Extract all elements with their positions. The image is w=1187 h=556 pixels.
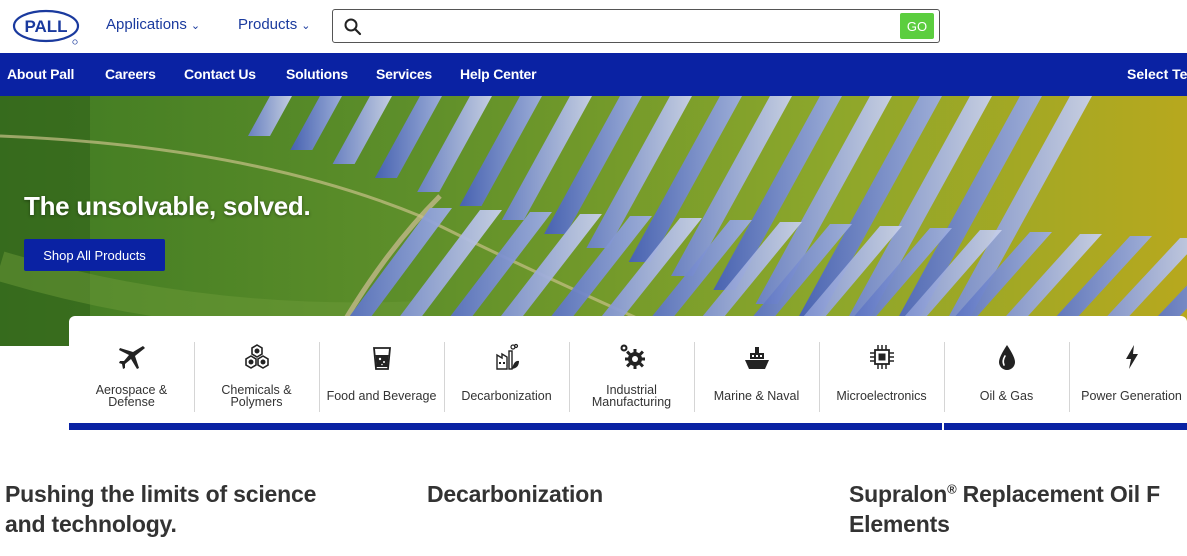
pall-logo[interactable]: PALL xyxy=(12,8,82,46)
industry-strip-underline xyxy=(69,423,1187,430)
industry-label: Food and Beverage xyxy=(326,389,437,403)
chip-icon xyxy=(869,345,894,369)
nav-careers[interactable]: Careers xyxy=(105,66,156,82)
search-box: GO xyxy=(332,9,940,43)
industry-chemicals-polymers[interactable]: Chemicals & Polymers xyxy=(194,342,319,412)
nav-help-center[interactable]: Help Center xyxy=(460,66,537,82)
go-button[interactable]: GO xyxy=(900,13,934,39)
drop-icon xyxy=(998,345,1015,370)
industry-label: Aerospace & Defense xyxy=(95,383,168,409)
secondary-nav-bar: About Pall Careers Contact Us Solutions … xyxy=(0,53,1187,96)
airplane-icon xyxy=(118,346,145,369)
industry-strip: Aerospace & Defense Chemicals & Polymers F… xyxy=(69,316,1187,430)
industry-industrial-manufacturing[interactable]: Industrial Manufacturing xyxy=(569,342,694,412)
industry-aerospace-defense[interactable]: Aerospace & Defense xyxy=(69,342,194,412)
industry-decarbonization[interactable]: Decarbonization xyxy=(444,342,569,412)
chevron-down-icon: ⌄ xyxy=(301,20,311,32)
nav-products-label: Products xyxy=(238,16,298,33)
heading-supralon-elements[interactable]: Supralon® Replacement Oil F Elements xyxy=(849,479,1187,539)
heading-decarbonization[interactable]: Decarbonization xyxy=(427,479,603,509)
industry-label: Power Generation xyxy=(1081,389,1182,403)
nav-services[interactable]: Services xyxy=(376,66,432,82)
industry-marine-naval[interactable]: Marine & Naval xyxy=(694,342,819,412)
nav-applications[interactable]: Applications ⌄ xyxy=(106,16,200,33)
industry-label: Industrial Manufacturing xyxy=(591,383,672,409)
heading-science-technology[interactable]: Pushing the limits of science and technol… xyxy=(5,479,316,539)
hero-title: The unsolvable, solved. xyxy=(24,191,311,221)
factory-leaf-icon xyxy=(495,343,519,370)
glass-icon xyxy=(372,347,391,370)
nav-products[interactable]: Products ⌄ xyxy=(238,16,310,33)
chevron-down-icon: ⌄ xyxy=(190,20,201,32)
shop-all-products-button[interactable]: Shop All Products xyxy=(24,239,165,271)
search-input[interactable] xyxy=(371,14,891,38)
underline-gap xyxy=(942,423,944,430)
top-header: PALL Applications ⌄ Products ⌄ GO xyxy=(0,0,1187,53)
industry-power-generation[interactable]: Power Generation xyxy=(1069,342,1187,412)
gears-icon xyxy=(620,344,645,369)
nav-contact-us[interactable]: Contact Us xyxy=(184,66,256,82)
industry-label: Oil & Gas xyxy=(979,389,1034,403)
industry-oil-gas[interactable]: Oil & Gas xyxy=(944,342,1069,412)
industry-label: Decarbonization xyxy=(461,389,552,403)
industry-label: Chemicals & Polymers xyxy=(221,383,292,409)
logo-text: PALL xyxy=(24,17,67,36)
nav-solutions[interactable]: Solutions xyxy=(286,66,348,82)
nav-applications-label: Applications xyxy=(106,16,187,33)
nav-about-pall[interactable]: About Pall xyxy=(7,66,74,82)
lightning-icon xyxy=(1125,345,1138,369)
ship-icon xyxy=(744,347,769,369)
industry-label: Microelectronics xyxy=(836,389,927,403)
industry-food-beverage[interactable]: Food and Beverage xyxy=(319,342,444,412)
industry-label: Marine & Naval xyxy=(713,389,800,403)
hero-banner: The unsolvable, solved. Shop All Product… xyxy=(0,96,1187,346)
search-icon xyxy=(344,18,362,36)
select-territory-link[interactable]: Select Te xyxy=(1127,66,1187,82)
molecule-icon xyxy=(244,344,269,369)
industry-microelectronics[interactable]: Microelectronics xyxy=(819,342,944,412)
